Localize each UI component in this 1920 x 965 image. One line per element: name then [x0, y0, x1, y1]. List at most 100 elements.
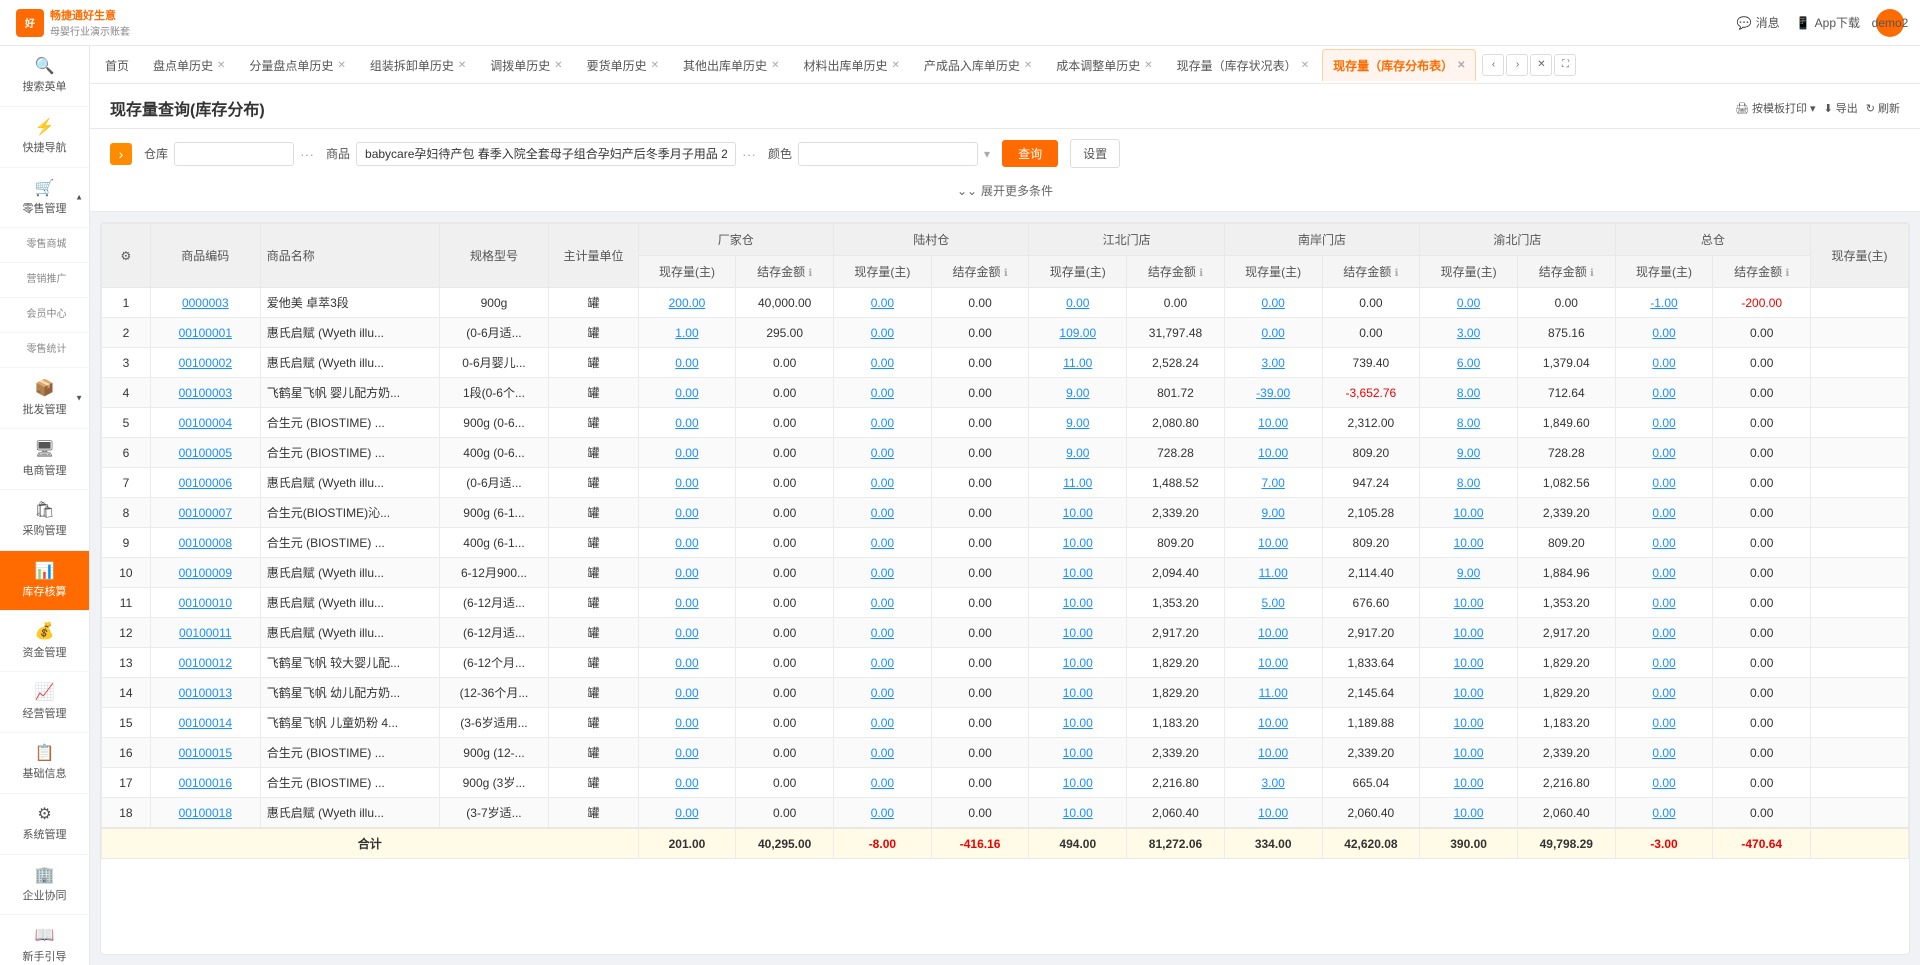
sidebar-item-wholesale[interactable]: 📦 批发管理 ▼	[0, 368, 89, 429]
sidebar-item-quicknav[interactable]: ⚡ 快捷导航	[0, 107, 89, 168]
tab-close-partial-stock[interactable]: ✕	[337, 60, 345, 71]
table-cell[interactable]: 0.00	[638, 648, 736, 678]
table-cell[interactable]: 00100008	[150, 528, 260, 558]
tab-combo[interactable]: 组装拆卸单历史 ✕	[359, 49, 477, 81]
tab-close-transfer[interactable]: ✕	[554, 60, 562, 71]
message-link[interactable]: 💬 消息	[1737, 14, 1780, 31]
refresh-button[interactable]: ↻ 刷新	[1866, 100, 1900, 116]
tab-home[interactable]: 首页	[94, 49, 140, 81]
table-cell[interactable]: 0.00	[1615, 588, 1713, 618]
table-cell[interactable]: 3.00	[1224, 768, 1322, 798]
goods-input[interactable]	[356, 142, 736, 166]
table-cell[interactable]: 00100011	[150, 618, 260, 648]
table-cell[interactable]: 0.00	[1615, 708, 1713, 738]
table-cell[interactable]: 11.00	[1224, 558, 1322, 588]
tab-cost-adjust[interactable]: 成本调整单历史 ✕	[1045, 49, 1163, 81]
tab-stock-status[interactable]: 现存量（库存状况表） ✕	[1166, 49, 1320, 81]
table-cell[interactable]: 10.00	[1420, 498, 1518, 528]
sidebar-item-member[interactable]: 会员中心	[0, 298, 89, 333]
table-cell[interactable]: 10.00	[1029, 708, 1127, 738]
table-cell[interactable]: 11.00	[1224, 678, 1322, 708]
table-cell[interactable]: 10.00	[1029, 768, 1127, 798]
table-cell[interactable]: 10.00	[1420, 618, 1518, 648]
sidebar-item-basic[interactable]: 📋 基础信息	[0, 733, 89, 794]
table-cell[interactable]: 10.00	[1224, 648, 1322, 678]
table-cell[interactable]: 0.00	[834, 468, 932, 498]
table-cell[interactable]: 0.00	[1615, 408, 1713, 438]
table-cell[interactable]: 0.00	[638, 798, 736, 829]
table-cell[interactable]: 10.00	[1420, 678, 1518, 708]
table-cell[interactable]: 0.00	[638, 558, 736, 588]
table-cell[interactable]: 10.00	[1224, 618, 1322, 648]
table-cell[interactable]: 10.00	[1029, 618, 1127, 648]
table-cell[interactable]: 0.00	[834, 738, 932, 768]
table-cell[interactable]: 9.00	[1029, 378, 1127, 408]
table-cell[interactable]: 0.00	[1615, 318, 1713, 348]
table-cell[interactable]: 10.00	[1029, 678, 1127, 708]
table-container[interactable]: ⚙ 商品编码 商品名称 规格型号 主计量单位 厂家仓 陆村仓 江北门店 南岸门店…	[100, 222, 1910, 955]
settings-button[interactable]: 设置	[1070, 139, 1120, 168]
table-cell[interactable]: 10.00	[1224, 708, 1322, 738]
table-cell[interactable]: 0.00	[638, 708, 736, 738]
table-cell[interactable]: 00100006	[150, 468, 260, 498]
table-cell[interactable]: 0.00	[638, 678, 736, 708]
table-cell[interactable]: 0.00	[638, 498, 736, 528]
jiangbei-amt-info-icon[interactable]: ℹ	[1199, 268, 1203, 279]
tab-partial-stock[interactable]: 分量盘点单历史 ✕	[238, 49, 356, 81]
table-cell[interactable]: 5.00	[1224, 588, 1322, 618]
tab-transfer[interactable]: 调拨单历史 ✕	[479, 49, 573, 81]
table-cell[interactable]: 00100005	[150, 438, 260, 468]
total-amt-info-icon[interactable]: ℹ	[1785, 268, 1789, 279]
tab-close-product-in[interactable]: ✕	[1024, 60, 1032, 71]
sidebar-item-finance[interactable]: 💰 资金管理	[0, 611, 89, 672]
table-cell[interactable]: 10.00	[1029, 558, 1127, 588]
sidebar-item-guide[interactable]: 📖 新手引导	[0, 915, 89, 965]
table-cell[interactable]: 10.00	[1420, 768, 1518, 798]
table-cell[interactable]: 11.00	[1029, 348, 1127, 378]
table-cell[interactable]: 0.00	[1615, 378, 1713, 408]
tab-stock-single[interactable]: 盘点单历史 ✕	[142, 49, 236, 81]
table-cell[interactable]: 9.00	[1420, 558, 1518, 588]
table-cell[interactable]: 10.00	[1224, 438, 1322, 468]
nanan-amt-info-icon[interactable]: ℹ	[1395, 268, 1399, 279]
tab-stock-dist[interactable]: 现存量（库存分布表） ✕	[1322, 49, 1476, 81]
table-cell[interactable]: 0.00	[638, 588, 736, 618]
sidebar-item-ecom[interactable]: 🖥 电商管理	[0, 429, 89, 490]
table-cell[interactable]: 00100007	[150, 498, 260, 528]
table-cell[interactable]: 0.00	[638, 618, 736, 648]
tab-close-material-out[interactable]: ✕	[891, 60, 899, 71]
table-cell[interactable]: 0.00	[834, 768, 932, 798]
table-cell[interactable]: 00100018	[150, 798, 260, 829]
table-cell[interactable]: 10.00	[1420, 588, 1518, 618]
tab-close-other-out[interactable]: ✕	[771, 60, 779, 71]
query-button[interactable]: 查询	[1002, 140, 1058, 167]
table-cell[interactable]: 0.00	[834, 708, 932, 738]
table-cell[interactable]: 0.00	[1224, 318, 1322, 348]
table-cell[interactable]: 0.00	[834, 408, 932, 438]
table-cell[interactable]: 10.00	[1420, 528, 1518, 558]
tab-nav-close-all[interactable]: ✕	[1530, 54, 1552, 76]
table-cell[interactable]: 9.00	[1029, 408, 1127, 438]
user-avatar[interactable]: demo2	[1876, 9, 1904, 37]
yubei-amt-info-icon[interactable]: ℹ	[1590, 268, 1594, 279]
factory-amt-info-icon[interactable]: ℹ	[808, 268, 812, 279]
table-cell[interactable]: -39.00	[1224, 378, 1322, 408]
table-cell[interactable]: 00100009	[150, 558, 260, 588]
table-cell[interactable]: 0.00	[834, 288, 932, 318]
table-cell[interactable]: 0.00	[638, 768, 736, 798]
table-cell[interactable]: 00100002	[150, 348, 260, 378]
table-cell[interactable]: 0.00	[1615, 798, 1713, 829]
table-cell[interactable]: 11.00	[1029, 468, 1127, 498]
table-cell[interactable]: 0.00	[834, 528, 932, 558]
sidebar-item-retail[interactable]: 🛒 零售管理 ▲	[0, 168, 89, 229]
warehouse-dots-btn[interactable]: ···	[300, 146, 314, 162]
expand-conditions-btn[interactable]: ⌄⌄ 展开更多条件	[957, 182, 1053, 199]
sidebar-item-search[interactable]: 🔍 搜索英单	[0, 46, 89, 107]
table-cell[interactable]: 109.00	[1029, 318, 1127, 348]
table-cell[interactable]: 0.00	[834, 438, 932, 468]
sidebar-item-inventory[interactable]: 📊 库存核算	[0, 551, 89, 612]
table-cell[interactable]: 0.00	[834, 618, 932, 648]
sidebar-item-marketing[interactable]: 营销推广	[0, 263, 89, 298]
tab-close-stock-dist[interactable]: ✕	[1457, 60, 1465, 71]
table-cell[interactable]: 0.00	[834, 498, 932, 528]
